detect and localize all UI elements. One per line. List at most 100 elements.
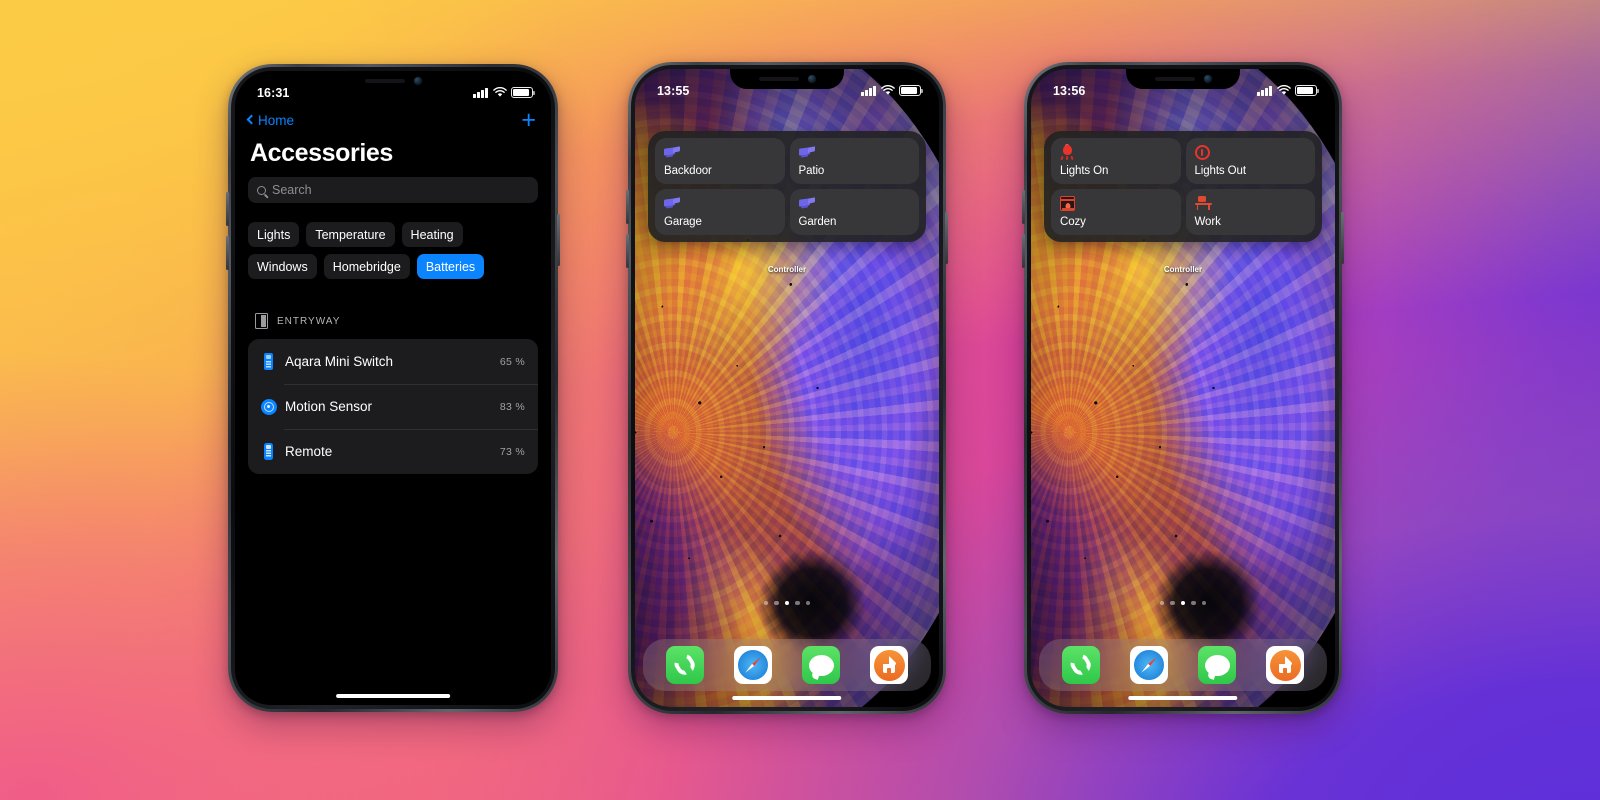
messages-app-icon[interactable]	[802, 646, 840, 684]
home-indicator[interactable]	[1128, 696, 1238, 700]
home-indicator[interactable]	[732, 696, 842, 700]
widget-name-label: Controller	[767, 265, 807, 274]
power-icon	[1194, 145, 1307, 162]
phone-app-icon[interactable]	[666, 646, 704, 684]
home-screen: 13:56 Lights On Lights Out Cozy Work Con…	[1031, 69, 1335, 707]
volume-down-button[interactable]	[1022, 234, 1025, 268]
widget-tile-label: Backdoor	[664, 165, 712, 177]
home-app-icon[interactable]	[1266, 646, 1304, 684]
page-dot[interactable]	[1170, 600, 1175, 605]
widget-tile-garage[interactable]: Garage	[655, 189, 785, 235]
filter-chip-temperature[interactable]: Temperature	[306, 222, 395, 247]
page-indicator-dots[interactable]	[1031, 600, 1335, 605]
widget-tile-label: Lights Out	[1194, 165, 1247, 177]
volume-down-button[interactable]	[226, 236, 229, 270]
page-dot[interactable]	[1159, 600, 1165, 605]
page-dot[interactable]	[774, 600, 779, 605]
filter-chip-windows[interactable]: Windows	[248, 254, 317, 279]
battery-level: 73 %	[499, 445, 525, 458]
door-icon	[255, 313, 268, 329]
accessory-name: Motion Sensor	[285, 399, 373, 414]
widget-tile-cozy[interactable]: Cozy	[1051, 189, 1181, 235]
table-row[interactable]: Remote 73 %	[248, 429, 538, 474]
accessory-list: Aqara Mini Switch 65 % Motion Sensor 83 …	[248, 339, 538, 474]
status-time: 13:56	[1053, 83, 1086, 98]
controller-widget[interactable]: Lights On Lights Out Cozy Work	[1044, 131, 1322, 242]
phone-left-status-bar: 16:31	[235, 71, 551, 105]
widget-tile-backdoor[interactable]: Backdoor	[655, 138, 785, 184]
wifi-icon	[1276, 85, 1291, 95]
volume-up-button[interactable]	[626, 190, 629, 224]
dock	[643, 639, 931, 691]
navigation-bar: Home +	[235, 105, 551, 133]
power-button[interactable]	[1341, 212, 1344, 264]
security-camera-icon	[664, 145, 776, 162]
phone-right-screen: 13:56 Lights On Lights Out Cozy Work Con…	[1031, 69, 1335, 707]
battery-icon	[511, 87, 536, 98]
desk-icon	[1194, 196, 1307, 213]
section-header-entryway: ENTRYWAY	[235, 279, 551, 339]
page-dot[interactable]	[1191, 600, 1196, 605]
page-dot[interactable]	[1201, 600, 1207, 605]
wifi-icon	[492, 87, 507, 97]
battery-icon	[1295, 85, 1320, 96]
phone-left-screen: 16:31 Home + Accessories Search Lights T…	[235, 71, 551, 705]
filter-chip-heating[interactable]: Heating	[401, 222, 463, 247]
battery-level: 65 %	[499, 355, 525, 368]
power-button[interactable]	[945, 212, 948, 264]
power-button[interactable]	[557, 214, 560, 266]
widget-tile-lights-out[interactable]: Lights Out	[1185, 138, 1315, 184]
home-app-accessories-screen: Home + Accessories Search Lights Tempera…	[235, 71, 551, 705]
phone-right: 13:56 Lights On Lights Out Cozy Work Con…	[1022, 62, 1344, 714]
page-dot-active[interactable]	[1180, 600, 1186, 605]
accessory-name: Aqara Mini Switch	[285, 354, 394, 369]
chevron-left-icon	[246, 114, 257, 125]
widget-name-label: Controller	[1163, 265, 1203, 274]
home-app-icon[interactable]	[870, 646, 908, 684]
home-indicator[interactable]	[336, 694, 450, 698]
page-dot-active[interactable]	[784, 600, 790, 605]
safari-app-icon[interactable]	[734, 646, 772, 684]
filter-chip-lights[interactable]: Lights	[248, 222, 300, 247]
volume-up-button[interactable]	[1022, 190, 1025, 224]
widget-tile-work[interactable]: Work	[1185, 189, 1315, 235]
safari-app-icon[interactable]	[1130, 646, 1168, 684]
widget-tile-lights-on[interactable]: Lights On	[1051, 138, 1181, 184]
signal-bars-icon	[861, 86, 876, 96]
phone-center: 13:55 Backdoor Patio Garage Garden Contr…	[626, 62, 948, 714]
motion-sensor-icon	[259, 398, 278, 415]
search-input[interactable]: Search	[248, 177, 538, 203]
phone-right-status-bar: 13:56	[1031, 69, 1335, 103]
widget-tile-label: Work	[1194, 216, 1221, 228]
messages-app-icon[interactable]	[1198, 646, 1236, 684]
filter-chip-homebridge[interactable]: Homebridge	[323, 254, 410, 279]
table-row[interactable]: Aqara Mini Switch 65 %	[248, 339, 538, 384]
filter-chip-batteries[interactable]: Batteries	[416, 254, 485, 279]
page-indicator-dots[interactable]	[635, 600, 939, 605]
lightbulb-icon	[1060, 143, 1172, 162]
phone-center-screen: 13:55 Backdoor Patio Garage Garden Contr…	[635, 69, 939, 707]
table-row[interactable]: Motion Sensor 83 %	[248, 384, 538, 429]
back-to-home-button[interactable]: Home	[246, 113, 294, 128]
volume-down-button[interactable]	[626, 234, 629, 268]
widget-tile-garden[interactable]: Garden	[789, 189, 919, 235]
widget-tile-label: Garden	[798, 216, 837, 228]
phone-app-icon[interactable]	[1062, 646, 1100, 684]
accessory-name: Remote	[285, 444, 333, 459]
volume-up-button[interactable]	[226, 192, 229, 226]
home-screen: 13:55 Backdoor Patio Garage Garden Contr…	[635, 69, 939, 707]
phone-center-status-bar: 13:55	[635, 69, 939, 103]
page-dot[interactable]	[763, 600, 769, 605]
add-accessory-button[interactable]: +	[521, 108, 536, 133]
status-time: 13:55	[657, 83, 690, 98]
page-dot[interactable]	[795, 600, 800, 605]
remote-icon	[259, 443, 278, 460]
widget-tile-patio[interactable]: Patio	[789, 138, 919, 184]
battery-icon	[899, 85, 924, 96]
security-camera-icon	[798, 196, 911, 213]
widget-tile-label: Garage	[664, 216, 702, 228]
security-camera-icon	[664, 196, 776, 213]
page-dot[interactable]	[805, 600, 811, 605]
signal-bars-icon	[1257, 86, 1272, 96]
controller-widget[interactable]: Backdoor Patio Garage Garden	[648, 131, 926, 242]
